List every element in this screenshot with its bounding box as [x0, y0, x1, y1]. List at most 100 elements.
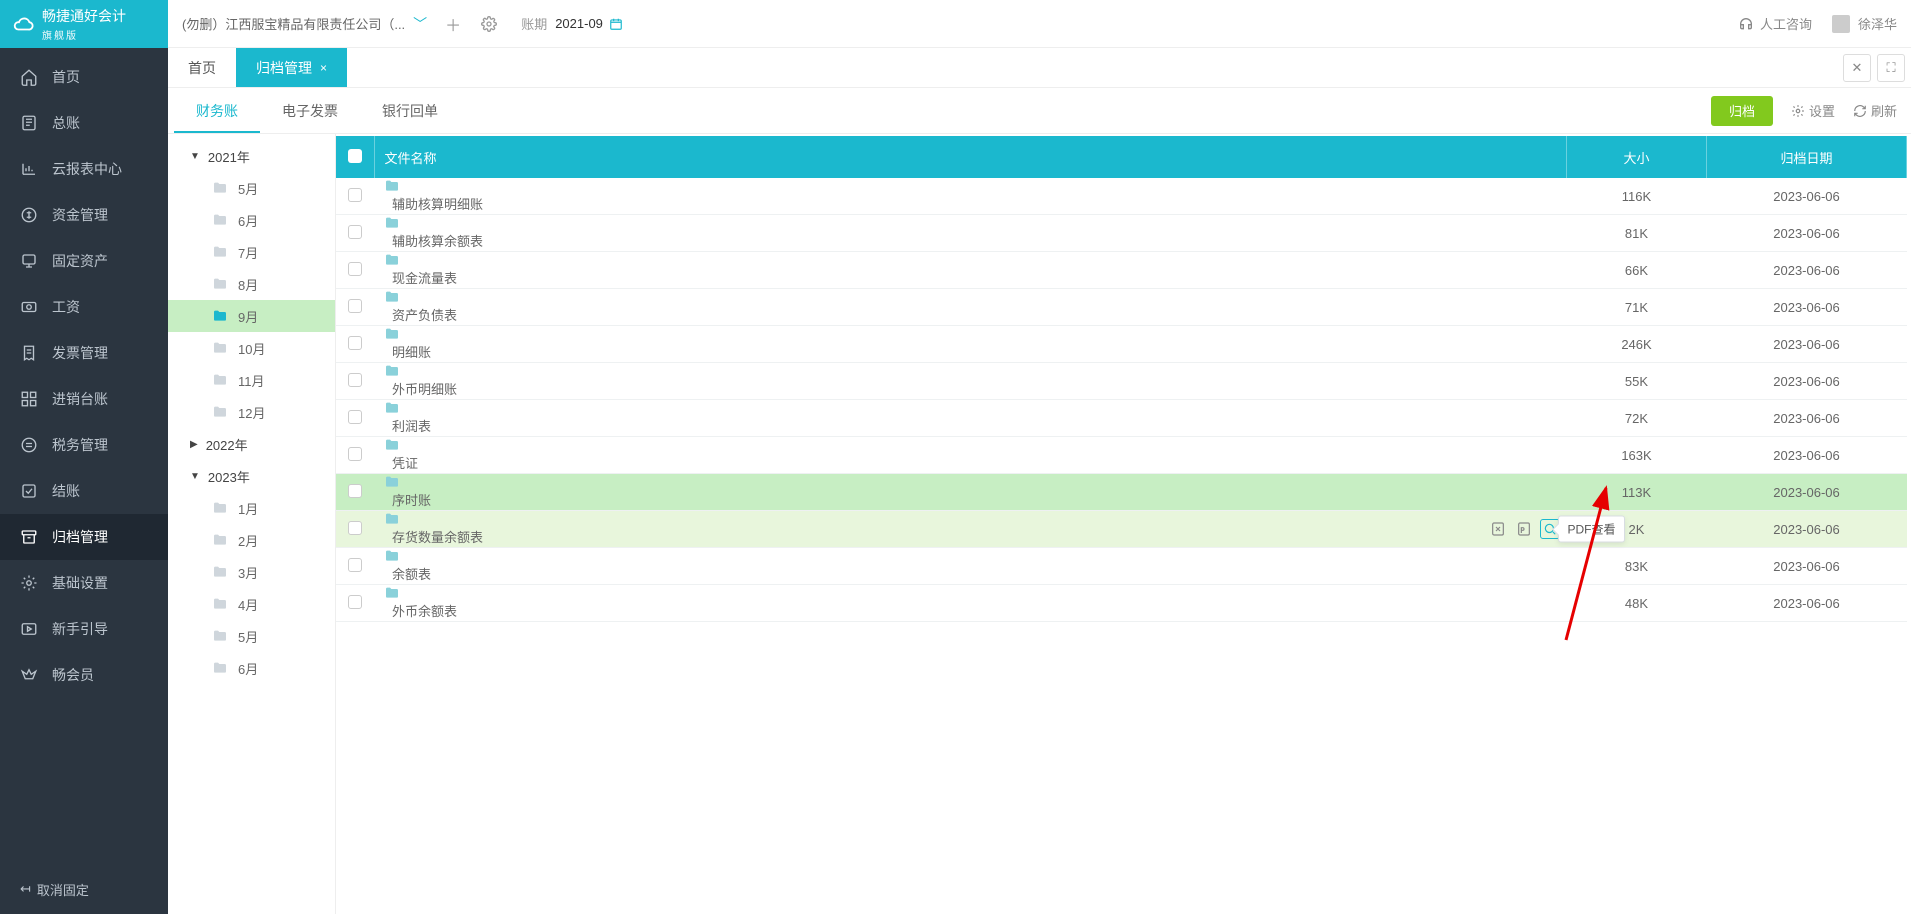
chevron-down-icon[interactable]: ﹀ — [413, 14, 427, 34]
checkbox-icon[interactable] — [348, 262, 362, 276]
month-node[interactable]: 3月 — [168, 556, 335, 588]
month-node[interactable]: 6月 — [168, 204, 335, 236]
month-node[interactable]: 1月 — [168, 492, 335, 524]
row-name-cell[interactable]: 余额表 — [374, 548, 1567, 585]
row-select-cell[interactable] — [336, 252, 374, 289]
subtab-银行回单[interactable]: 银行回单 — [360, 91, 460, 133]
row-name-cell[interactable]: 辅助核算余额表 — [374, 215, 1567, 252]
refresh-button[interactable]: 刷新 — [1853, 101, 1897, 120]
table-row[interactable]: 现金流量表 66K 2023-06-06 — [336, 252, 1907, 289]
month-node[interactable]: 8月 — [168, 268, 335, 300]
download-excel-icon[interactable] — [1489, 520, 1507, 538]
row-select-cell[interactable] — [336, 585, 374, 622]
year-node[interactable]: ▶2022年 — [168, 428, 335, 460]
subtab-电子发票[interactable]: 电子发票 — [260, 91, 360, 133]
nav-item-home[interactable]: 首页 — [0, 54, 168, 100]
row-select-cell[interactable] — [336, 326, 374, 363]
nav-item-psi[interactable]: 进销台账 — [0, 376, 168, 422]
checkbox-icon[interactable] — [348, 558, 362, 572]
table-row[interactable]: 明细账 246K 2023-06-06 — [336, 326, 1907, 363]
row-select-cell[interactable] — [336, 363, 374, 400]
table-row[interactable]: 凭证 163K 2023-06-06 — [336, 437, 1907, 474]
select-all-header[interactable] — [336, 136, 374, 178]
row-name-cell[interactable]: 凭证 — [374, 437, 1567, 474]
table-row[interactable]: 余额表 83K 2023-06-06 — [336, 548, 1907, 585]
row-select-cell[interactable] — [336, 437, 374, 474]
nav-item-tax[interactable]: 税务管理 — [0, 422, 168, 468]
checkbox-icon[interactable] — [348, 595, 362, 609]
close-icon[interactable]: × — [320, 61, 327, 75]
nav-item-chart[interactable]: 云报表中心 — [0, 146, 168, 192]
row-select-cell[interactable] — [336, 215, 374, 252]
archive-button[interactable]: 归档 — [1711, 96, 1773, 126]
row-name-cell[interactable]: 明细账 — [374, 326, 1567, 363]
month-node[interactable]: 4月 — [168, 588, 335, 620]
calendar-icon[interactable] — [609, 17, 623, 31]
subtab-财务账[interactable]: 财务账 — [174, 91, 260, 133]
checkbox-icon[interactable] — [348, 225, 362, 239]
row-select-cell[interactable] — [336, 511, 374, 548]
download-pdf-icon[interactable] — [1515, 520, 1533, 538]
table-row[interactable]: 序时账 113K 2023-06-06 — [336, 474, 1907, 511]
nav-item-asset[interactable]: 固定资产 — [0, 238, 168, 284]
month-node[interactable]: 12月 — [168, 396, 335, 428]
table-row[interactable]: 外币明细账 55K 2023-06-06 — [336, 363, 1907, 400]
year-node[interactable]: ▼2023年 — [168, 460, 335, 492]
nav-item-vip[interactable]: 畅会员 — [0, 652, 168, 698]
app-logo[interactable]: 畅捷通好会计 旗舰版 — [0, 0, 168, 48]
support-button[interactable]: 人工咨询 — [1738, 14, 1812, 33]
nav-item-invoice[interactable]: 发票管理 — [0, 330, 168, 376]
user-menu[interactable]: 徐泽华 — [1832, 14, 1897, 33]
company-selector[interactable]: (勿删）江西服宝精品有限责任公司（... — [182, 14, 405, 33]
nav-item-salary[interactable]: 工资 — [0, 284, 168, 330]
row-name-cell[interactable]: 外币明细账 — [374, 363, 1567, 400]
month-node[interactable]: 5月 — [168, 172, 335, 204]
month-node[interactable]: 10月 — [168, 332, 335, 364]
checkbox-icon[interactable] — [348, 521, 362, 535]
row-name-cell[interactable]: 辅助核算明细账 — [374, 178, 1567, 215]
tab-归档管理[interactable]: 归档管理× — [236, 48, 347, 87]
checkbox-icon[interactable] — [348, 484, 362, 498]
checkbox-icon[interactable] — [348, 188, 362, 202]
table-row[interactable]: 利润表 72K 2023-06-06 — [336, 400, 1907, 437]
row-select-cell[interactable] — [336, 400, 374, 437]
checkbox-icon[interactable] — [348, 149, 362, 163]
row-name-cell[interactable]: 存货数量余额表 PDF查看 — [374, 511, 1567, 548]
checkbox-icon[interactable] — [348, 336, 362, 350]
row-name-cell[interactable]: 序时账 — [374, 474, 1567, 511]
checkbox-icon[interactable] — [348, 447, 362, 461]
period-value[interactable]: 2021-09 — [555, 16, 603, 31]
nav-item-settings[interactable]: 基础设置 — [0, 560, 168, 606]
month-node[interactable]: 9月 — [168, 300, 335, 332]
settings-button[interactable]: 设置 — [1791, 101, 1835, 120]
tab-close-all-button[interactable]: ✕ — [1843, 54, 1871, 82]
month-node[interactable]: 6月 — [168, 652, 335, 684]
nav-item-funds[interactable]: 资金管理 — [0, 192, 168, 238]
nav-item-ledger[interactable]: 总账 — [0, 100, 168, 146]
checkbox-icon[interactable] — [348, 410, 362, 424]
month-node[interactable]: 5月 — [168, 620, 335, 652]
company-settings-button[interactable] — [481, 16, 497, 32]
month-node[interactable]: 11月 — [168, 364, 335, 396]
row-select-cell[interactable] — [336, 548, 374, 585]
row-name-cell[interactable]: 现金流量表 — [374, 252, 1567, 289]
year-node[interactable]: ▼2021年 — [168, 140, 335, 172]
month-node[interactable]: 2月 — [168, 524, 335, 556]
nav-item-guide[interactable]: 新手引导 — [0, 606, 168, 652]
row-name-cell[interactable]: 资产负债表 — [374, 289, 1567, 326]
tab-首页[interactable]: 首页 — [168, 48, 236, 87]
table-row[interactable]: 辅助核算余额表 81K 2023-06-06 — [336, 215, 1907, 252]
nav-item-archive[interactable]: 归档管理 — [0, 514, 168, 560]
row-name-cell[interactable]: 利润表 — [374, 400, 1567, 437]
add-company-button[interactable]: ＋ — [445, 12, 461, 36]
fullscreen-button[interactable]: ⛶ — [1877, 54, 1905, 82]
row-select-cell[interactable] — [336, 474, 374, 511]
table-row[interactable]: 外币余额表 48K 2023-06-06 — [336, 585, 1907, 622]
row-select-cell[interactable] — [336, 289, 374, 326]
row-name-cell[interactable]: 外币余额表 — [374, 585, 1567, 622]
unpin-button[interactable]: ↤ 取消固定 — [0, 874, 168, 904]
month-node[interactable]: 7月 — [168, 236, 335, 268]
table-row[interactable]: 存货数量余额表 PDF查看 2K 2023-06-06 — [336, 511, 1907, 548]
nav-item-closing[interactable]: 结账 — [0, 468, 168, 514]
table-row[interactable]: 资产负债表 71K 2023-06-06 — [336, 289, 1907, 326]
